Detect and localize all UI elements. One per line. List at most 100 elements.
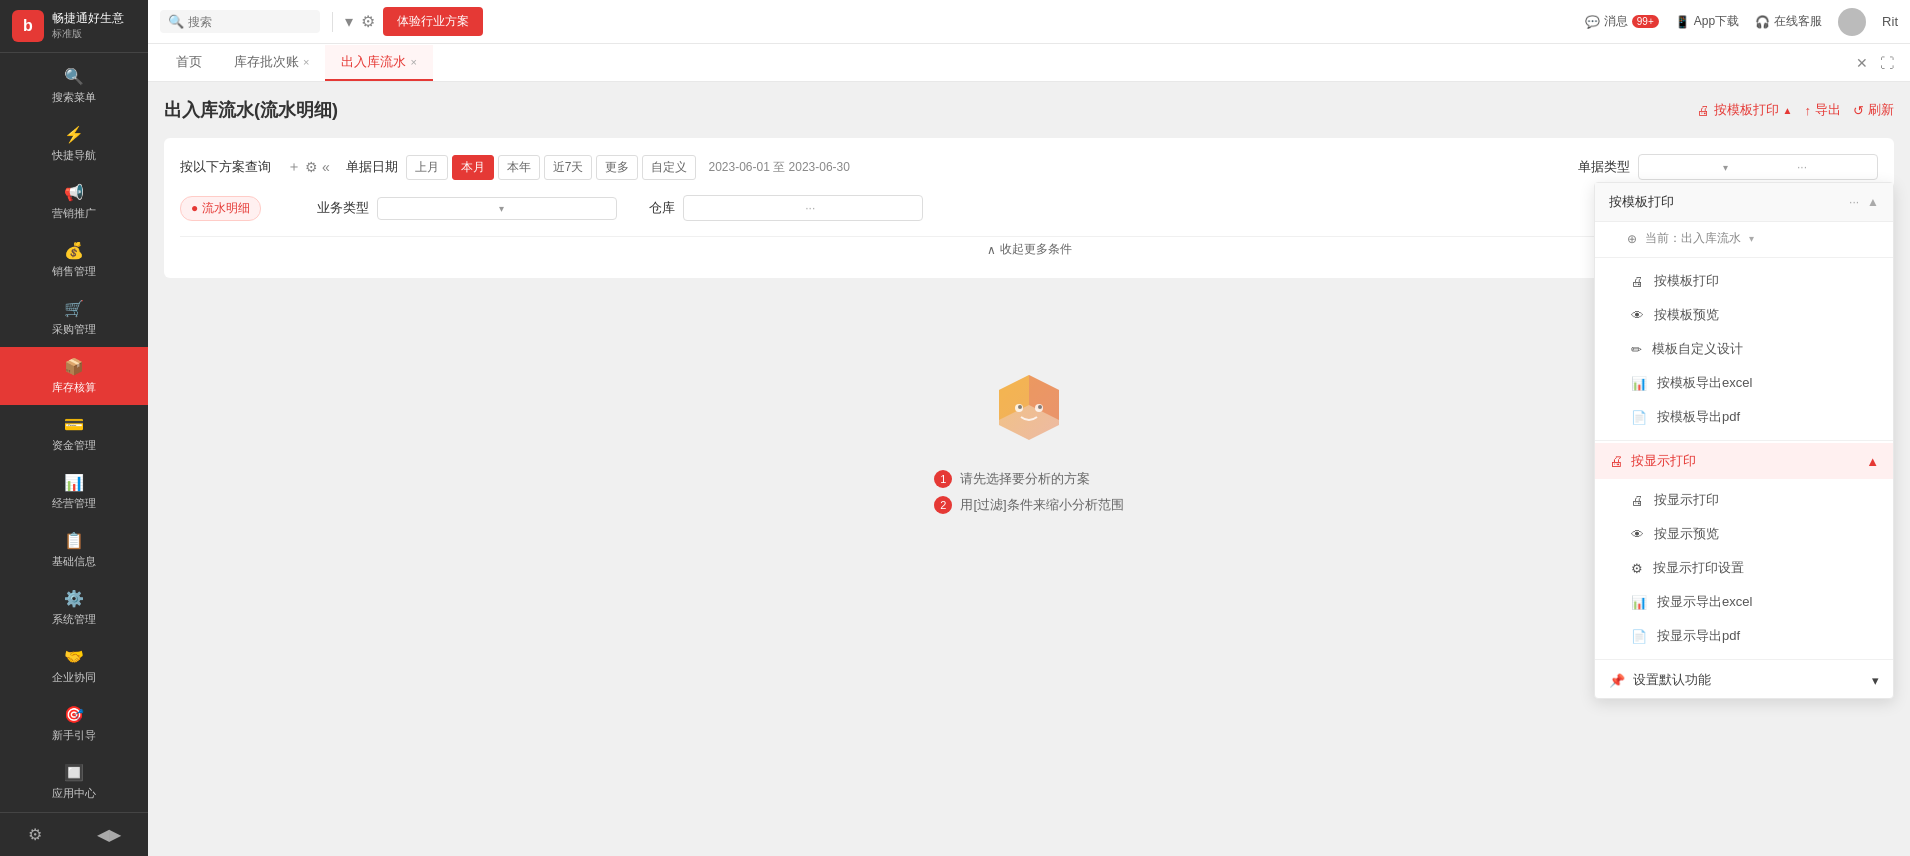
dropdown-item-template_export_excel[interactable]: 📊按模板导出excel	[1595, 366, 1893, 400]
condition-settings-btn[interactable]: ⚙	[305, 159, 318, 175]
search-icon: 🔍	[64, 67, 84, 86]
avatar[interactable]	[1838, 8, 1866, 36]
sidebar-item-inventory[interactable]: 📦 库存核算	[0, 347, 148, 405]
headset-icon: 🎧	[1755, 15, 1770, 29]
tabs-bar: 首页库存批次账 ×出入库流水 × ✕ ⛶	[148, 44, 1910, 82]
doc-type-select[interactable]: ▾ ···	[1638, 154, 1878, 180]
printer-icon: 🖨	[1697, 103, 1710, 118]
active-filter-display: ● 流水明细	[180, 196, 261, 221]
industry-btn[interactable]: 体验行业方案	[383, 7, 483, 36]
empty-step-2: 2 用[过滤]条件来缩小分析范围	[934, 492, 1123, 518]
date-tab-current_month[interactable]: 本月	[452, 155, 494, 180]
shortcut-icon: ⚡	[64, 125, 84, 144]
sidebar-item-finance[interactable]: 💳 资金管理	[0, 405, 148, 463]
print-expand-icon: ▲	[1783, 105, 1793, 116]
tab-flow[interactable]: 出入库流水 ×	[325, 45, 432, 81]
sidebar-item-wechat[interactable]: 💬 企业微信	[0, 811, 148, 812]
default-func-label: 设置默认功能	[1633, 671, 1711, 689]
sales-icon: 💰	[64, 241, 84, 260]
sidebar-item-basic[interactable]: 📋 基础信息	[0, 521, 148, 579]
tab-close-icon[interactable]: ×	[410, 56, 416, 68]
message-btn[interactable]: 💬 消息 99+	[1585, 13, 1659, 30]
sidebar-item-label: 营销推广	[52, 206, 96, 221]
business-select-arrow: ▾	[499, 203, 606, 214]
display-print-section-header[interactable]: 🖨 按显示打印 ▲	[1595, 443, 1893, 479]
search-input[interactable]	[188, 15, 288, 29]
divider-2	[1595, 440, 1893, 441]
logo-icon: b	[12, 10, 44, 42]
refresh-icon: ↺	[1853, 103, 1864, 118]
dropdown-item-display_export_pdf[interactable]: 📄按显示导出pdf	[1595, 619, 1893, 653]
divider-3	[1595, 659, 1893, 660]
date-tab-last_month[interactable]: 上月	[406, 155, 448, 180]
business-type-select[interactable]: ▾	[377, 197, 617, 220]
sidebar-item-apps[interactable]: 🔲 应用中心	[0, 753, 148, 811]
settings-icon[interactable]: ⚙	[28, 825, 42, 844]
collapse-conditions-btn[interactable]: «	[322, 159, 330, 175]
template_customize-icon: ✏	[1631, 342, 1642, 357]
sidebar-item-shortcut[interactable]: ⚡ 快捷导航	[0, 115, 148, 173]
date-label: 单据日期	[346, 158, 398, 176]
add-condition-btn[interactable]: ＋	[287, 158, 301, 176]
export-btn[interactable]: ↑ 导出	[1805, 101, 1842, 119]
section2-collapse-icon: ▲	[1866, 454, 1879, 469]
sidebar-item-enterprise[interactable]: 🤝 企业协同	[0, 637, 148, 695]
date-filter-group: 单据日期 上月本月本年近7天更多自定义 2023-06-01 至 2023-06…	[346, 155, 1562, 180]
sidebar-item-label: 快捷导航	[52, 148, 96, 163]
app-download-btn[interactable]: 📱 App下载	[1675, 13, 1739, 30]
dropdown-item-template_customize[interactable]: ✏模板自定义设计	[1595, 332, 1893, 366]
template_export_excel-icon: 📊	[1631, 376, 1647, 391]
sidebar-item-label: 企业协同	[52, 670, 96, 685]
topbar-search-box[interactable]: 🔍	[160, 10, 320, 33]
more-options-icon[interactable]: ···	[1849, 195, 1859, 209]
close-all-tabs-btn[interactable]: ✕	[1852, 51, 1872, 75]
dropdown-icon[interactable]: ▾	[345, 12, 353, 31]
empty-icon	[979, 350, 1079, 450]
dropdown-item-display_preview[interactable]: 👁按显示预览	[1595, 517, 1893, 551]
date-tab-more[interactable]: 更多	[596, 155, 638, 180]
default-function-section[interactable]: 📌 设置默认功能 ▾	[1595, 662, 1893, 698]
collapse-icon[interactable]: ◀▶	[97, 825, 121, 844]
tab-close-icon[interactable]: ×	[303, 56, 309, 68]
sidebar-item-label: 新手引导	[52, 728, 96, 743]
dropdown-collapse-icon[interactable]: ▲	[1867, 195, 1879, 209]
display_settings-icon: ⚙	[1631, 561, 1643, 576]
tab-home[interactable]: 首页	[160, 45, 218, 81]
svg-point-6	[1038, 405, 1042, 409]
sidebar-item-search[interactable]: 🔍 搜索菜单	[0, 57, 148, 115]
dropdown-item-display_export_excel[interactable]: 📊按显示导出excel	[1595, 585, 1893, 619]
dropdown-item-template_preview[interactable]: 👁按模板预览	[1595, 298, 1893, 332]
sidebar-item-guide[interactable]: 🎯 新手引导	[0, 695, 148, 753]
warehouse-label: 仓库	[649, 199, 675, 217]
sidebar-item-operations[interactable]: 📊 经营管理	[0, 463, 148, 521]
customer-service-btn[interactable]: 🎧 在线客服	[1755, 13, 1822, 30]
dropdown-item-template_export_pdf[interactable]: 📄按模板导出pdf	[1595, 400, 1893, 434]
tab-batch[interactable]: 库存批次账 ×	[218, 45, 325, 81]
date-tab-current_year[interactable]: 本年	[498, 155, 540, 180]
date-tab-last7[interactable]: 近7天	[544, 155, 593, 180]
business-type-group: 业务类型 ▾	[317, 197, 617, 220]
page-header: 出入库流水(流水明细) 🖨 按模板打印 ▲ ↑ 导出 ↺ 刷新	[164, 98, 1894, 122]
date-tab-custom[interactable]: 自定义	[642, 155, 696, 180]
warehouse-select[interactable]: ···	[683, 195, 923, 221]
refresh-btn[interactable]: ↺ 刷新	[1853, 101, 1894, 119]
settings-gear-icon[interactable]: ⚙	[361, 12, 375, 31]
dropdown-section-2: 🖨按显示打印👁按显示预览⚙按显示打印设置📊按显示导出excel📄按显示导出pdf	[1595, 479, 1893, 657]
sidebar-item-label: 应用中心	[52, 786, 96, 801]
dropdown-item-display_print[interactable]: 🖨按显示打印	[1595, 483, 1893, 517]
sidebar-item-marketing[interactable]: 📢 营销推广	[0, 173, 148, 231]
dropdown-item-template_print[interactable]: 🖨按模板打印	[1595, 264, 1893, 298]
print-btn[interactable]: 🖨 按模板打印 ▲	[1697, 101, 1793, 119]
sidebar-item-purchase[interactable]: 🛒 采购管理	[0, 289, 148, 347]
print-dropdown-panel: 按模板打印 ··· ▲ ⊕ 当前：出入库流水 ▾ 🖨按模板打印👁按模板预览✏模板…	[1594, 182, 1894, 699]
sidebar-item-sales[interactable]: 💰 销售管理	[0, 231, 148, 289]
dropdown-current-item: ⊕ 当前：出入库流水 ▾	[1595, 222, 1893, 255]
active-filter-tag[interactable]: ● 流水明细	[180, 196, 261, 221]
sidebar-item-label: 采购管理	[52, 322, 96, 337]
expand-tab-btn[interactable]: ⛶	[1876, 51, 1898, 75]
sidebar-item-system[interactable]: ⚙️ 系统管理	[0, 579, 148, 637]
logo-text: 畅捷通好生意 标准版	[52, 11, 124, 41]
sidebar-nav: 🔍 搜索菜单 ⚡ 快捷导航 📢 营销推广 💰 销售管理 🛒 采购管理 📦 库存核…	[0, 53, 148, 812]
dropdown-item-display_settings[interactable]: ⚙按显示打印设置	[1595, 551, 1893, 585]
finance-icon: 💳	[64, 415, 84, 434]
